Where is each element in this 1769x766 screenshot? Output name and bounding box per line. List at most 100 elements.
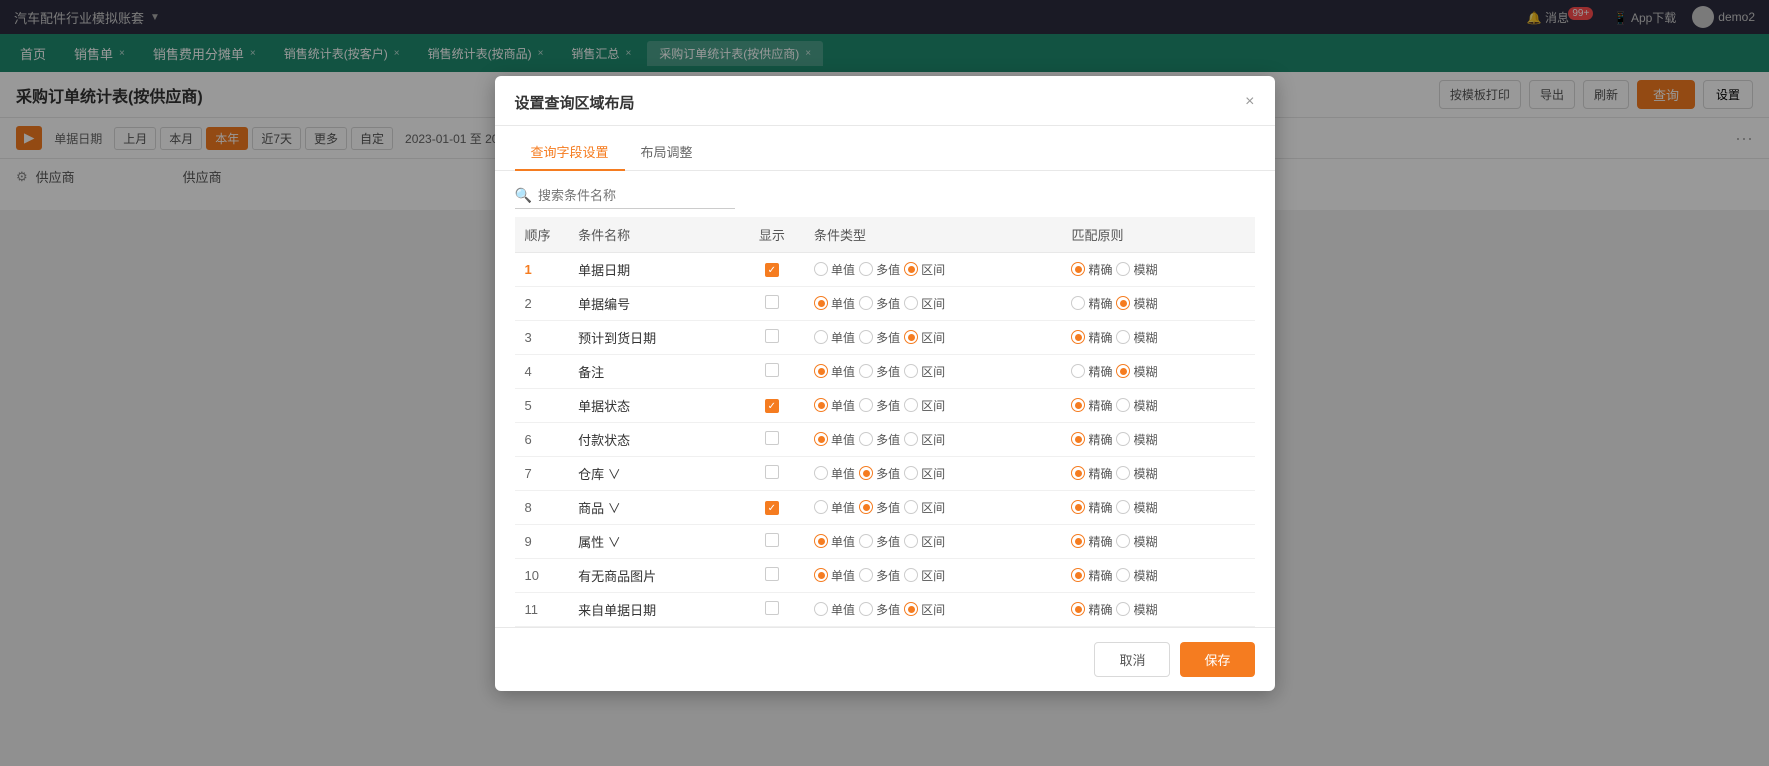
radio-circle[interactable] bbox=[1116, 330, 1130, 344]
radio-circle[interactable] bbox=[904, 296, 918, 310]
match-radio-option[interactable]: 模糊 bbox=[1116, 567, 1157, 584]
radio-circle[interactable] bbox=[1116, 500, 1130, 514]
radio-circle[interactable] bbox=[859, 568, 873, 582]
show-checkbox[interactable] bbox=[765, 501, 779, 515]
radio-circle[interactable] bbox=[859, 330, 873, 344]
radio-circle[interactable] bbox=[859, 364, 873, 378]
radio-circle[interactable] bbox=[1071, 432, 1085, 446]
radio-circle[interactable] bbox=[904, 398, 918, 412]
show-checkbox[interactable] bbox=[765, 533, 779, 547]
radio-circle[interactable] bbox=[1071, 398, 1085, 412]
match-radio-option[interactable]: 精确 bbox=[1071, 261, 1112, 278]
radio-circle[interactable] bbox=[1071, 602, 1085, 616]
radio-circle[interactable] bbox=[859, 500, 873, 514]
radio-circle[interactable] bbox=[1116, 364, 1130, 378]
match-radio-option[interactable]: 精确 bbox=[1071, 397, 1112, 414]
radio-circle[interactable] bbox=[1071, 296, 1085, 310]
radio-circle[interactable] bbox=[859, 296, 873, 310]
match-radio-option[interactable]: 精确 bbox=[1071, 465, 1112, 482]
radio-circle[interactable] bbox=[1071, 568, 1085, 582]
radio-circle[interactable] bbox=[814, 262, 828, 276]
radio-circle[interactable] bbox=[1116, 262, 1130, 276]
type-radio-option[interactable]: 多值 bbox=[859, 567, 900, 584]
type-radio-option[interactable]: 单值 bbox=[814, 567, 855, 584]
radio-circle[interactable] bbox=[859, 398, 873, 412]
type-radio-option[interactable]: 单值 bbox=[814, 431, 855, 448]
save-button[interactable]: 保存 bbox=[1180, 642, 1254, 677]
radio-circle[interactable] bbox=[904, 500, 918, 514]
match-radio-option[interactable]: 模糊 bbox=[1116, 431, 1157, 448]
type-radio-option[interactable]: 区间 bbox=[904, 499, 945, 516]
modal-tab-layout[interactable]: 布局调整 bbox=[625, 134, 709, 171]
radio-circle[interactable] bbox=[814, 500, 828, 514]
type-radio-option[interactable]: 多值 bbox=[859, 601, 900, 618]
cancel-button[interactable]: 取消 bbox=[1094, 642, 1170, 677]
type-radio-option[interactable]: 区间 bbox=[904, 567, 945, 584]
radio-circle[interactable] bbox=[904, 364, 918, 378]
type-radio-option[interactable]: 区间 bbox=[904, 431, 945, 448]
type-radio-option[interactable]: 多值 bbox=[859, 363, 900, 380]
show-checkbox[interactable] bbox=[765, 295, 779, 309]
match-radio-option[interactable]: 模糊 bbox=[1116, 329, 1157, 346]
type-radio-option[interactable]: 单值 bbox=[814, 499, 855, 516]
type-radio-option[interactable]: 多值 bbox=[859, 465, 900, 482]
radio-circle[interactable] bbox=[1071, 330, 1085, 344]
radio-circle[interactable] bbox=[859, 534, 873, 548]
modal-close-btn[interactable]: × bbox=[1245, 93, 1254, 111]
type-radio-option[interactable]: 区间 bbox=[904, 295, 945, 312]
match-radio-option[interactable]: 精确 bbox=[1071, 601, 1112, 618]
type-radio-option[interactable]: 多值 bbox=[859, 329, 900, 346]
radio-circle[interactable] bbox=[1071, 534, 1085, 548]
radio-circle[interactable] bbox=[1116, 432, 1130, 446]
modal-tab-query-fields[interactable]: 查询字段设置 bbox=[515, 134, 625, 171]
radio-circle[interactable] bbox=[1116, 296, 1130, 310]
show-checkbox[interactable] bbox=[765, 601, 779, 615]
radio-circle[interactable] bbox=[859, 432, 873, 446]
radio-circle[interactable] bbox=[859, 262, 873, 276]
match-radio-option[interactable]: 精确 bbox=[1071, 431, 1112, 448]
match-radio-option[interactable]: 精确 bbox=[1071, 295, 1112, 312]
match-radio-option[interactable]: 模糊 bbox=[1116, 465, 1157, 482]
type-radio-option[interactable]: 单值 bbox=[814, 295, 855, 312]
radio-circle[interactable] bbox=[814, 568, 828, 582]
radio-circle[interactable] bbox=[859, 466, 873, 480]
type-radio-option[interactable]: 区间 bbox=[904, 261, 945, 278]
match-radio-option[interactable]: 精确 bbox=[1071, 499, 1112, 516]
type-radio-option[interactable]: 多值 bbox=[859, 397, 900, 414]
radio-circle[interactable] bbox=[814, 296, 828, 310]
match-radio-option[interactable]: 精确 bbox=[1071, 533, 1112, 550]
radio-circle[interactable] bbox=[1116, 534, 1130, 548]
match-radio-option[interactable]: 模糊 bbox=[1116, 601, 1157, 618]
radio-circle[interactable] bbox=[1071, 262, 1085, 276]
radio-circle[interactable] bbox=[904, 262, 918, 276]
match-radio-option[interactable]: 模糊 bbox=[1116, 363, 1157, 380]
radio-circle[interactable] bbox=[1071, 466, 1085, 480]
radio-circle[interactable] bbox=[904, 602, 918, 616]
type-radio-option[interactable]: 单值 bbox=[814, 329, 855, 346]
type-radio-option[interactable]: 区间 bbox=[904, 329, 945, 346]
radio-circle[interactable] bbox=[814, 534, 828, 548]
radio-circle[interactable] bbox=[1116, 466, 1130, 480]
type-radio-option[interactable]: 单值 bbox=[814, 397, 855, 414]
radio-circle[interactable] bbox=[1071, 364, 1085, 378]
match-radio-option[interactable]: 模糊 bbox=[1116, 261, 1157, 278]
type-radio-option[interactable]: 单值 bbox=[814, 261, 855, 278]
show-checkbox[interactable] bbox=[765, 363, 779, 377]
type-radio-option[interactable]: 单值 bbox=[814, 533, 855, 550]
match-radio-option[interactable]: 精确 bbox=[1071, 567, 1112, 584]
radio-circle[interactable] bbox=[1116, 398, 1130, 412]
type-radio-option[interactable]: 区间 bbox=[904, 533, 945, 550]
type-radio-option[interactable]: 区间 bbox=[904, 363, 945, 380]
match-radio-option[interactable]: 模糊 bbox=[1116, 295, 1157, 312]
type-radio-option[interactable]: 区间 bbox=[904, 601, 945, 618]
match-radio-option[interactable]: 精确 bbox=[1071, 363, 1112, 380]
show-checkbox[interactable] bbox=[765, 465, 779, 479]
radio-circle[interactable] bbox=[1116, 602, 1130, 616]
radio-circle[interactable] bbox=[904, 466, 918, 480]
type-radio-option[interactable]: 单值 bbox=[814, 363, 855, 380]
radio-circle[interactable] bbox=[1116, 568, 1130, 582]
radio-circle[interactable] bbox=[859, 602, 873, 616]
type-radio-option[interactable]: 区间 bbox=[904, 465, 945, 482]
radio-circle[interactable] bbox=[1071, 500, 1085, 514]
show-checkbox[interactable] bbox=[765, 263, 779, 277]
